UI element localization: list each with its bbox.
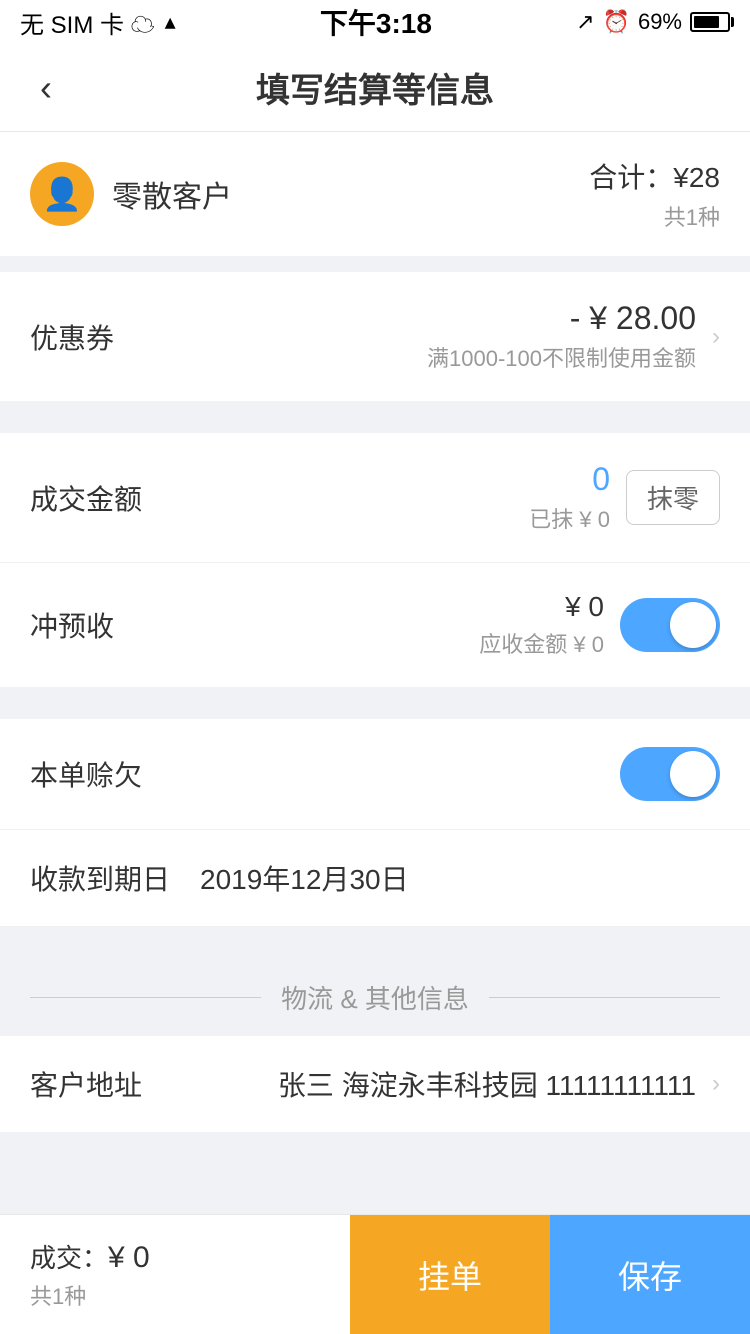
avatar-icon: 👤 — [42, 175, 82, 213]
deal-amount-label: 成交金额 — [30, 478, 142, 518]
bottom-count: 共1种 — [30, 1279, 320, 1311]
prepayment-toggle[interactable] — [620, 598, 720, 652]
coupon-amount: - ¥ 28.00 — [427, 300, 696, 337]
customer-name: 零散客户 — [112, 172, 232, 216]
bottom-bar: 成交：¥ 0 共1种 挂单 保存 — [0, 1214, 750, 1334]
address-value: 张三 海淀永丰科技园 11111111111 — [278, 1064, 696, 1104]
logistics-header: 物流 & 其他信息 — [0, 959, 750, 1036]
logistics-title: 物流 & 其他信息 — [281, 979, 469, 1016]
deal-amount-input[interactable] — [490, 461, 610, 498]
due-date-label: 收款到期日 — [30, 858, 170, 898]
total-count: 共1种 — [589, 200, 720, 232]
page-title: 填写结算等信息 — [256, 63, 494, 112]
coupon-section: 优惠券 - ¥ 28.00 满1000-100不限制使用金额 › — [0, 272, 750, 401]
coupon-right: - ¥ 28.00 满1000-100不限制使用金额 › — [427, 300, 720, 373]
debt-toggle[interactable] — [620, 747, 720, 801]
toggle-knob — [670, 602, 716, 648]
address-row[interactable]: 客户地址 张三 海淀永丰科技园 11111111111 › — [0, 1036, 750, 1132]
chevron-right-icon: › — [712, 323, 720, 351]
status-right: ↗ ⏰ 69% — [576, 9, 730, 35]
address-right: 张三 海淀永丰科技园 11111111111 › — [278, 1064, 720, 1104]
deal-already-rounded: 已抹 ¥ 0 — [490, 502, 610, 534]
hang-button[interactable]: 挂单 — [350, 1215, 550, 1334]
divider-1 — [0, 417, 750, 433]
customer-left: 👤 零散客户 — [30, 162, 232, 226]
prepayment-amount: ¥ 0 — [479, 591, 604, 623]
divider-2 — [0, 703, 750, 719]
prepayment-right: ¥ 0 应收金额 ¥ 0 — [479, 591, 720, 659]
customer-row: 👤 零散客户 合计：¥28 共1种 — [0, 132, 750, 256]
alarm-icon: ⏰ — [603, 9, 630, 35]
status-left: 无 SIM 卡 ☁ ▴ — [20, 5, 176, 40]
avatar: 👤 — [30, 162, 94, 226]
address-chevron-icon: › — [712, 1070, 720, 1098]
debt-row: 本单赊欠 — [0, 719, 750, 830]
address-label: 客户地址 — [30, 1064, 142, 1104]
prepayment-sub: 应收金额 ¥ 0 — [479, 627, 604, 659]
debt-toggle-knob — [670, 751, 716, 797]
divider-3 — [0, 943, 750, 959]
deal-amount-row: 成交金额 已抹 ¥ 0 抹零 — [0, 433, 750, 563]
bottom-deal-amount: ¥ 0 — [108, 1241, 150, 1274]
address-section: 客户地址 张三 海淀永丰科技园 11111111111 › — [0, 1036, 750, 1132]
coupon-label: 优惠券 — [30, 317, 114, 357]
nav-bar: ‹ 填写结算等信息 — [0, 44, 750, 132]
wifi-icon: ▴ — [165, 9, 176, 35]
prepayment-label: 冲预收 — [30, 605, 114, 645]
coupon-row[interactable]: 优惠券 - ¥ 28.00 满1000-100不限制使用金额 › — [0, 272, 750, 401]
battery-icon — [690, 12, 730, 32]
status-bar: 无 SIM 卡 ☁ ▴ 下午3:18 ↗ ⏰ 69% — [0, 0, 750, 44]
bottom-info: 成交：¥ 0 共1种 — [0, 1238, 350, 1311]
bottom-deal-label: 成交：¥ 0 — [30, 1238, 320, 1275]
customer-right: 合计：¥28 共1种 — [589, 156, 720, 232]
debt-section: 本单赊欠 收款到期日 2019年12月30日 — [0, 719, 750, 927]
prepayment-row: 冲预收 ¥ 0 应收金额 ¥ 0 — [0, 563, 750, 687]
round-button[interactable]: 抹零 — [626, 470, 720, 525]
debt-label: 本单赊欠 — [30, 754, 142, 794]
deal-amount-right: 已抹 ¥ 0 抹零 — [490, 461, 720, 534]
no-sim-text: 无 SIM 卡 ☁ — [20, 5, 155, 40]
battery-percent: 69% — [638, 9, 682, 35]
logistics-line-left — [30, 997, 261, 998]
due-date-row: 收款到期日 2019年12月30日 — [0, 830, 750, 927]
deal-amount-section: 成交金额 已抹 ¥ 0 抹零 冲预收 ¥ 0 应收金额 ¥ 0 — [0, 433, 750, 687]
debt-right — [620, 747, 720, 801]
due-date-value: 2019年12月30日 — [200, 858, 409, 898]
coupon-desc: 满1000-100不限制使用金额 — [427, 341, 696, 373]
total-amount: 合计：¥28 — [589, 156, 720, 196]
back-button[interactable]: ‹ — [30, 57, 62, 119]
save-button[interactable]: 保存 — [550, 1215, 750, 1334]
location-icon: ↗ — [576, 9, 594, 35]
logistics-line-right — [489, 997, 720, 998]
status-time: 下午3:18 — [320, 2, 432, 42]
content-area: 👤 零散客户 合计：¥28 共1种 优惠券 - ¥ 28.00 满1000-10… — [0, 132, 750, 1288]
